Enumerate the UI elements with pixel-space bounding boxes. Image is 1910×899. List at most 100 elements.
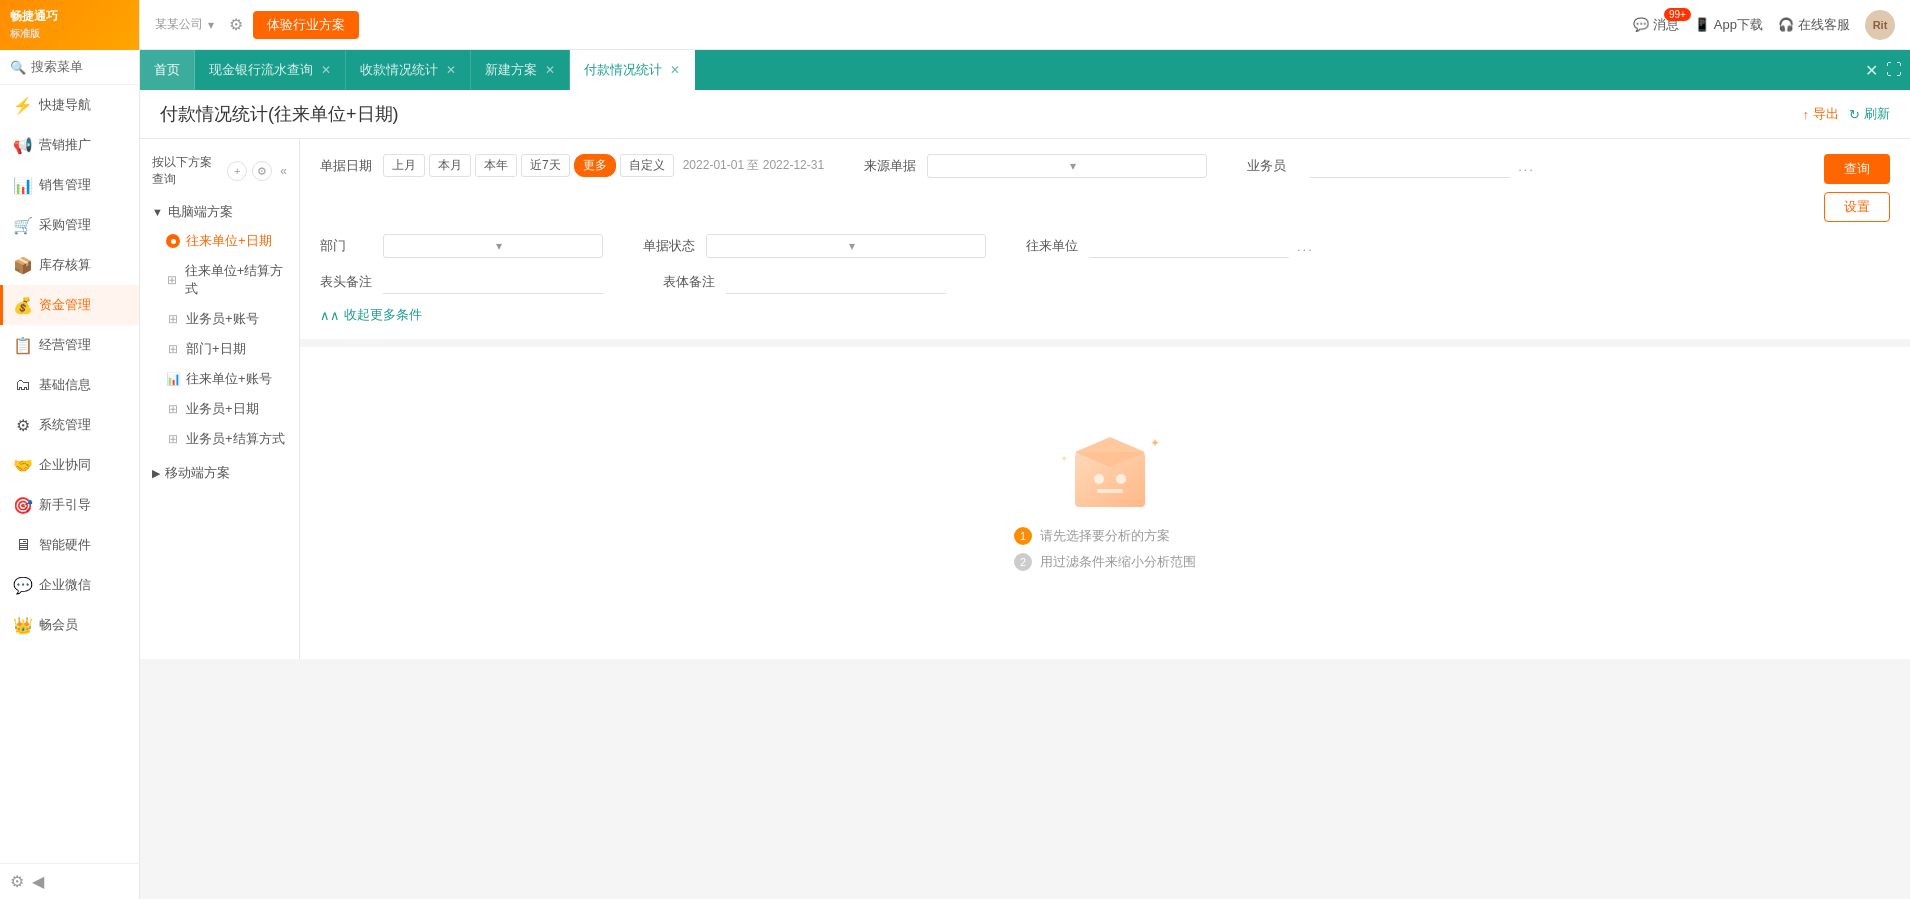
header-note-input[interactable] [383, 270, 603, 294]
sidebar-item-marketing[interactable]: 📢 营销推广 [0, 125, 139, 165]
scheme-item-salesperson-account[interactable]: ⊞ 业务员+账号 [140, 304, 299, 334]
sidebar-item-vip[interactable]: 👑 畅会员 [0, 605, 139, 645]
export-btn[interactable]: ↑ 导出 [1803, 105, 1840, 123]
counterpart-input[interactable] [1089, 234, 1289, 258]
sidebar-item-system[interactable]: ⚙ 系统管理 [0, 405, 139, 445]
doc-status-select[interactable]: ▾ [706, 234, 986, 258]
settings-btn[interactable]: 设置 [1824, 192, 1890, 222]
scheme-group-desktop-toggle[interactable]: ▼ 电脑端方案 [140, 198, 299, 226]
sidebar-label-operation: 经营管理 [39, 336, 91, 354]
scheme-item-dept-date[interactable]: ⊞ 部门+日期 [140, 334, 299, 364]
search-label: 搜索菜单 [31, 58, 83, 76]
service-label: 在线客服 [1798, 16, 1850, 34]
filter-section: 单据日期 上月 本月 本年 近7天 更多 自定义 2022-01-01 至 20… [300, 139, 1910, 339]
sidebar-item-operation[interactable]: 📋 经营管理 [0, 325, 139, 365]
sidebar-label-quick-nav: 快捷导航 [39, 96, 91, 114]
salesperson-input[interactable] [1310, 154, 1510, 178]
tab-home[interactable]: 首页 [140, 50, 195, 90]
sidebar-item-quick-nav[interactable]: ⚡ 快捷导航 [0, 85, 139, 125]
date-btn-custom[interactable]: 自定义 [620, 154, 674, 177]
date-btn-this-month[interactable]: 本月 [429, 154, 471, 177]
scheme-item-label-salesperson-account: 业务员+账号 [186, 310, 259, 328]
tab-cash-flow-close[interactable]: ✕ [321, 63, 331, 77]
tab-receipt-stats[interactable]: 收款情况统计 ✕ [346, 50, 471, 90]
tab-receipt-stats-close[interactable]: ✕ [446, 63, 456, 77]
filter-counterpart-item: 往来单位 ... [1026, 234, 1314, 258]
sidebar-item-guide[interactable]: 🎯 新手引导 [0, 485, 139, 525]
filter-doc-status-label: 单据状态 [643, 237, 698, 255]
date-btn-7days[interactable]: 近7天 [521, 154, 570, 177]
dropdown-icon[interactable]: ▾ [208, 18, 214, 32]
tab-cash-flow[interactable]: 现金银行流水查询 ✕ [195, 50, 346, 90]
app-download-btn[interactable]: 📱 App下载 [1694, 16, 1763, 34]
date-btn-this-year[interactable]: 本年 [475, 154, 517, 177]
filter-dept-item: 部门 ▾ [320, 234, 603, 258]
sidebar-item-sales[interactable]: 📊 销售管理 [0, 165, 139, 205]
filter-row-3: 表头备注 表体备注 [320, 270, 1890, 294]
collapse-conditions-btn[interactable]: ∧∧ 收起更多条件 [320, 306, 1890, 324]
sidebar-item-purchase[interactable]: 🛒 采购管理 [0, 205, 139, 245]
scheme-item-table-icon-1: ⊞ [165, 272, 180, 288]
sidebar-item-inventory[interactable]: 📦 库存核算 [0, 245, 139, 285]
content-area: 付款情况统计(往来单位+日期) ↑ 导出 ↻ 刷新 按以下方案查询 [140, 90, 1910, 899]
scheme-item-counterpart-settle[interactable]: ⊞ 往来单位+结算方式 [140, 256, 299, 304]
body-note-input[interactable] [726, 270, 946, 294]
enterprise-icon: 🤝 [13, 455, 33, 475]
system-icon: ⚙ [13, 415, 33, 435]
scheme-item-counterpart-date[interactable]: 往来单位+日期 [140, 226, 299, 256]
avatar[interactable]: Rit [1865, 10, 1895, 40]
filter-salesperson-label: 业务员 [1247, 157, 1302, 175]
refresh-icon: ↻ [1849, 107, 1860, 122]
tab-expand-icon[interactable]: ⛶ [1886, 61, 1902, 79]
messages-btn[interactable]: 💬 消息 99+ [1633, 16, 1679, 34]
counterpart-dots[interactable]: ... [1297, 239, 1314, 254]
main-area: 某某公司 ▾ ⚙ 体验行业方案 💬 消息 99+ 📱 App下载 🎧 在线客服 … [140, 0, 1910, 899]
page-actions: ↑ 导出 ↻ 刷新 [1803, 105, 1891, 123]
topbar-settings-icon[interactable]: ⚙ [229, 15, 243, 34]
sidebar-label-marketing: 营销推广 [39, 136, 91, 154]
svg-text:✦: ✦ [1150, 436, 1160, 450]
footer-collapse-icon[interactable]: ◀ [32, 872, 44, 891]
query-btn[interactable]: 查询 [1824, 154, 1890, 184]
sidebar-item-finance[interactable]: 💰 资金管理 [0, 285, 139, 325]
version-text: 标准版 [10, 27, 58, 41]
export-label: 导出 [1813, 105, 1839, 123]
scheme-collapse-btn[interactable]: « [280, 164, 287, 178]
topbar: 某某公司 ▾ ⚙ 体验行业方案 💬 消息 99+ 📱 App下载 🎧 在线客服 … [140, 0, 1910, 50]
sidebar-item-enterprise[interactable]: 🤝 企业协同 [0, 445, 139, 485]
tab-payment-stats[interactable]: 付款情况统计 ✕ [570, 50, 695, 90]
salesperson-dots[interactable]: ... [1518, 159, 1535, 174]
tab-payment-stats-close[interactable]: ✕ [670, 63, 680, 77]
scheme-header-icons: + ⚙ [227, 161, 272, 181]
sidebar-item-basic[interactable]: 🗂 基础信息 [0, 365, 139, 405]
industry-btn[interactable]: 体验行业方案 [253, 11, 359, 39]
scheme-group-mobile-toggle[interactable]: ▶ 移动端方案 [140, 459, 299, 487]
sales-icon: 📊 [13, 175, 33, 195]
date-btn-more[interactable]: 更多 [574, 154, 616, 177]
app-label: App下载 [1714, 16, 1763, 34]
search-menu[interactable]: 🔍 搜索菜单 [0, 50, 139, 85]
tab-new-plan-close[interactable]: ✕ [545, 63, 555, 77]
sidebar-item-wechat[interactable]: 💬 企业微信 [0, 565, 139, 605]
refresh-label: 刷新 [1864, 105, 1890, 123]
dept-select[interactable]: ▾ [383, 234, 603, 258]
tab-new-plan[interactable]: 新建方案 ✕ [471, 50, 570, 90]
scheme-item-counterpart-account[interactable]: 📊 往来单位+账号 [140, 364, 299, 394]
filter-salesperson-item: 业务员 ... [1247, 154, 1535, 178]
date-buttons: 上月 本月 本年 近7天 更多 自定义 2022-01-01 至 2022-12… [383, 154, 824, 177]
date-btn-last-month[interactable]: 上月 [383, 154, 425, 177]
sidebar-item-hardware[interactable]: 🖥 智能硬件 [0, 525, 139, 565]
scheme-item-salesperson-settle[interactable]: ⊞ 业务员+结算方式 [140, 424, 299, 454]
sidebar-logo: 畅捷通巧 标准版 [0, 0, 139, 50]
source-select[interactable]: ▾ [927, 154, 1207, 178]
scheme-add-icon[interactable]: + [227, 161, 247, 181]
topbar-right: 💬 消息 99+ 📱 App下载 🎧 在线客服 Rit [1633, 10, 1895, 40]
logo-text: 畅捷通巧 [10, 9, 58, 25]
scheme-item-salesperson-date[interactable]: ⊞ 业务员+日期 [140, 394, 299, 424]
tab-close-all-icon[interactable]: ✕ [1865, 61, 1878, 80]
scheme-settings-icon[interactable]: ⚙ [252, 161, 272, 181]
sidebar-label-wechat: 企业微信 [39, 576, 91, 594]
online-service-btn[interactable]: 🎧 在线客服 [1778, 16, 1850, 34]
refresh-btn[interactable]: ↻ 刷新 [1849, 105, 1890, 123]
footer-settings-icon[interactable]: ⚙ [10, 872, 24, 891]
